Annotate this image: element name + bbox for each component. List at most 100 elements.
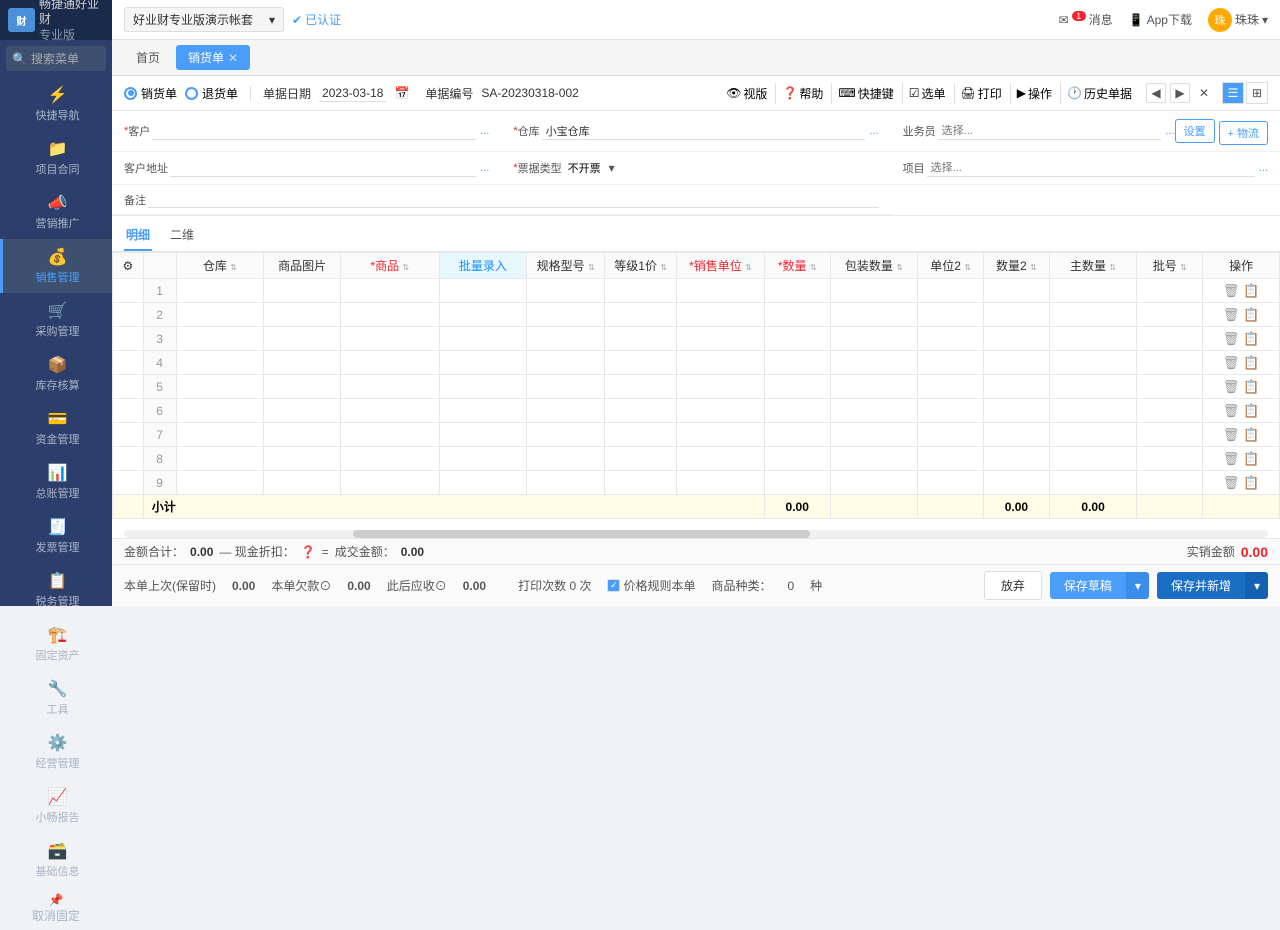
copy-row-button[interactable]: 📋 [1243, 427, 1259, 443]
copy-row-button[interactable]: 📋 [1243, 283, 1259, 299]
batch-col-header[interactable]: 批号 ⇅ [1137, 253, 1203, 279]
row-package-qty[interactable] [830, 279, 918, 303]
notes-input[interactable] [148, 191, 879, 208]
salesperson-picker-button[interactable]: ... [1165, 125, 1174, 137]
product-img-col-header[interactable]: 商品图片 [264, 253, 341, 279]
copy-row-button[interactable]: 📋 [1243, 379, 1259, 395]
customer-input[interactable] [152, 123, 476, 140]
save-draft-dropdown-button[interactable]: ▾ [1126, 572, 1149, 599]
row-product-img[interactable] [264, 279, 341, 303]
sidebar-item-capital[interactable]: 💳 资金管理 [0, 401, 112, 455]
warehouse-col-header[interactable]: 仓库 ⇅ [176, 253, 264, 279]
discount-help-icon[interactable]: ❓ [301, 545, 316, 559]
sales-unit-col-header[interactable]: *销售单位 ⇅ [677, 253, 765, 279]
help-action[interactable]: ❓ 帮助 [775, 83, 829, 104]
main-qty-col-header[interactable]: 主数量 ⇅ [1049, 253, 1137, 279]
prev-doc-button[interactable]: ◀ [1146, 83, 1166, 103]
horizontal-scrollbar[interactable] [124, 530, 1268, 538]
copy-row-button[interactable]: 📋 [1243, 355, 1259, 371]
delete-row-button[interactable]: 🗑 [1223, 307, 1240, 323]
project-input[interactable] [927, 160, 1255, 177]
customer-addr-input[interactable] [170, 160, 476, 177]
app-download-button[interactable]: 📱 App下载 [1129, 11, 1192, 28]
sidebar-item-tax[interactable]: 📋 税务管理 [0, 563, 112, 617]
sidebar-item-basic[interactable]: 🗃️ 基础信息 [0, 833, 112, 887]
radio-return[interactable]: 退货单 [185, 85, 238, 102]
view-action[interactable]: 👁 视版 [720, 83, 773, 104]
row-qty2[interactable] [984, 279, 1050, 303]
salesperson-input[interactable] [938, 123, 1162, 140]
row-batch[interactable] [1137, 279, 1203, 303]
delete-row-button[interactable]: 🗑 [1223, 451, 1240, 467]
sidebar-item-purchase[interactable]: 🛒 采购管理 [0, 293, 112, 347]
copy-row-button[interactable]: 📋 [1243, 403, 1259, 419]
discard-button[interactable]: 放弃 [984, 571, 1042, 600]
history-action[interactable]: 🕐 历史单据 [1060, 83, 1138, 104]
spec-col-header[interactable]: 规格型号 ⇅ [527, 253, 605, 279]
row-product[interactable] [340, 279, 439, 303]
tab-sales-order[interactable]: 销货单 ✕ [176, 45, 250, 70]
delete-row-button[interactable]: 🗑 [1223, 379, 1240, 395]
save-draft-button[interactable]: 保存草稿 [1050, 572, 1126, 599]
setup-button[interactable]: 设置 [1175, 119, 1215, 143]
customer-picker-button[interactable]: ... [480, 125, 489, 137]
doc-date-value[interactable]: 2023-03-18 [319, 85, 386, 102]
row-quantity[interactable] [764, 279, 830, 303]
detail-tab-2d[interactable]: 二维 [168, 222, 196, 251]
warehouse-picker-button[interactable]: ... [869, 125, 878, 137]
row-price[interactable] [605, 279, 677, 303]
sidebar-item-marketing[interactable]: 📣 营销推广 [0, 185, 112, 239]
settings-col-header[interactable]: ⚙ [113, 253, 144, 279]
add-logistics-button[interactable]: + 物流 [1219, 121, 1268, 145]
warehouse-input[interactable] [542, 123, 866, 140]
scrollbar-thumb[interactable] [353, 530, 811, 538]
calendar-icon[interactable]: 📅 [394, 86, 409, 100]
project-picker-button[interactable]: ... [1259, 162, 1268, 174]
copy-row-button[interactable]: 📋 [1243, 451, 1259, 467]
batch-purchase-col-header[interactable]: 批量录入 [439, 253, 527, 279]
shortcut-action[interactable]: ⌨ 快捷键 [831, 83, 899, 104]
save-new-dropdown-button[interactable]: ▾ [1245, 572, 1268, 599]
copy-row-button[interactable]: 📋 [1243, 331, 1259, 347]
invoice-select[interactable]: 不开票 ▾ [564, 158, 879, 178]
sidebar-item-report[interactable]: 📈 小畅报告 [0, 779, 112, 833]
sidebar-item-ops[interactable]: ⚙️ 经营管理 [0, 725, 112, 779]
print-action[interactable]: 🖨 打印 [954, 83, 1008, 104]
row-spec[interactable] [527, 279, 605, 303]
search-menu-button[interactable]: 🔍 搜索菜单 [6, 46, 106, 71]
sidebar-item-fixed[interactable]: 🏗️ 固定资产 [0, 617, 112, 671]
delete-row-button[interactable]: 🗑 [1223, 331, 1240, 347]
quantity-col-header[interactable]: *数量 ⇅ [764, 253, 830, 279]
radio-sales[interactable]: 销货单 [124, 85, 177, 102]
sidebar-item-project[interactable]: 📁 项目合同 [0, 131, 112, 185]
detail-tab-detail[interactable]: 明细 [124, 222, 152, 251]
cancel-fixed-button[interactable]: 📌 取消固定 [0, 887, 112, 930]
delete-row-button[interactable]: 🗑 [1223, 427, 1240, 443]
select-action[interactable]: ☑ 选单 [902, 83, 952, 104]
user-avatar[interactable]: 珠 珠珠 ▾ [1208, 8, 1268, 32]
row-main-qty[interactable] [1049, 279, 1137, 303]
unit2-col-header[interactable]: 单位2 ⇅ [918, 253, 984, 279]
delete-row-button[interactable]: 🗑 [1223, 355, 1240, 371]
row-warehouse[interactable] [176, 279, 264, 303]
next-doc-button[interactable]: ▶ [1170, 83, 1190, 103]
sidebar-item-quick-nav[interactable]: ⚡ 快捷导航 [0, 77, 112, 131]
price-col-header[interactable]: 等级1价 ⇅ [605, 253, 677, 279]
sidebar-item-sales[interactable]: 💰 销售管理 [0, 239, 112, 293]
customer-addr-picker-button[interactable]: ... [480, 162, 489, 174]
doc-close-button[interactable]: ✕ [1194, 83, 1214, 103]
delete-row-button[interactable]: 🗑 [1223, 475, 1240, 491]
message-button[interactable]: ✉ 1 消息 [1059, 11, 1113, 28]
tab-home[interactable]: 首页 [124, 45, 172, 70]
delete-row-button[interactable]: 🗑 [1223, 403, 1240, 419]
grid-view-button[interactable]: ⊞ [1246, 82, 1268, 104]
row-unit2[interactable] [918, 279, 984, 303]
copy-row-button[interactable]: 📋 [1243, 307, 1259, 323]
company-selector[interactable]: 好业财专业版演示帐套 ▾ [124, 7, 284, 32]
product-col-header[interactable]: *商品 ⇅ [340, 253, 439, 279]
sidebar-item-tools[interactable]: 🔧 工具 [0, 671, 112, 725]
row-batch-purchase[interactable] [439, 279, 527, 303]
price-rule-checkbox[interactable]: 价格规则本单 [607, 577, 695, 594]
delete-row-button[interactable]: 🗑 [1223, 283, 1240, 299]
copy-row-button[interactable]: 📋 [1243, 475, 1259, 491]
